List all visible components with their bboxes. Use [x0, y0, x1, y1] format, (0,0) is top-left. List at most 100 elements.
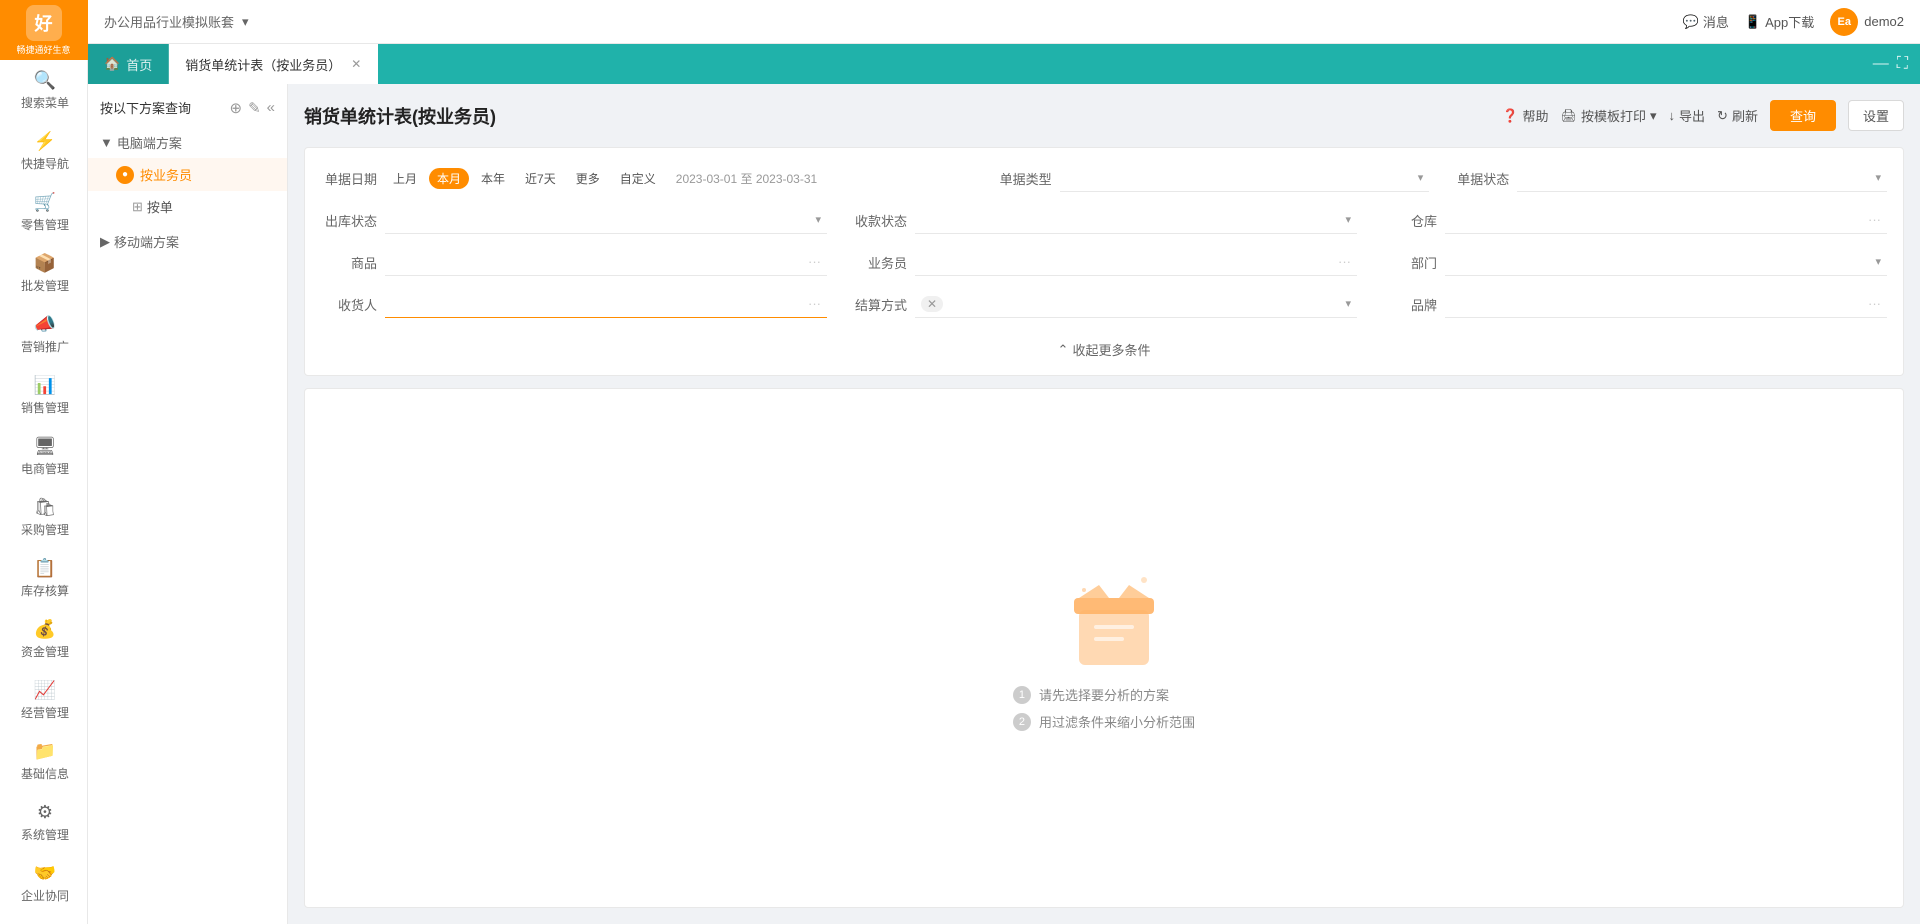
- sidebar-item-finance[interactable]: 💰资金管理: [0, 609, 87, 670]
- tab-home[interactable]: 🏠 首页: [88, 44, 169, 84]
- query-btn[interactable]: 查询: [1770, 100, 1836, 131]
- sidebar-item-purchase[interactable]: 🛍采购管理: [0, 487, 87, 548]
- sidebar-item-system[interactable]: ⚙系统管理: [0, 792, 87, 853]
- pay-status-label: 收款状态: [851, 211, 907, 230]
- app-download-btn[interactable]: 📱 App下载: [1745, 12, 1814, 31]
- settlement-control[interactable]: ✕ ▾: [915, 290, 1357, 318]
- filter-panel: 单据日期 上月 本月 本年 近7天 更多 自定义 2023-03-01 至 20…: [304, 147, 1904, 376]
- sidebar-item-basic[interactable]: 📁基础信息: [0, 731, 87, 792]
- sidebar-label-sales: 销售管理: [21, 399, 69, 416]
- refresh-btn[interactable]: ↻ 刷新: [1717, 106, 1758, 125]
- dept-control[interactable]: ▾: [1445, 248, 1887, 276]
- goods-label: 商品: [321, 253, 377, 272]
- left-panel-title: 按以下方案查询: [100, 98, 191, 117]
- panel-group-mobile: ▶ 移动端方案: [88, 226, 287, 257]
- panel-group-desktop-header[interactable]: ▼ 电脑端方案: [88, 127, 287, 158]
- tab-sales-stat[interactable]: 销货单统计表（按业务员） ✕: [169, 44, 378, 84]
- corp-icon: 🤝: [34, 863, 56, 884]
- pay-status-control[interactable]: ▾: [915, 206, 1357, 234]
- breadcrumb-dropdown-arrow[interactable]: ▾: [242, 14, 249, 30]
- date-tab-more[interactable]: 更多: [568, 168, 608, 189]
- goods-dots: ···: [808, 254, 821, 269]
- sidebar-label-inventory: 库存核算: [21, 582, 69, 599]
- out-status-control[interactable]: ▾: [385, 206, 827, 234]
- filter-consignee: 收货人 ···: [321, 290, 827, 318]
- sidebar-item-retail[interactable]: 🛒零售管理: [0, 182, 87, 243]
- settings-btn[interactable]: 设置: [1848, 100, 1904, 131]
- panel-sub-item-by-order[interactable]: ⊞ 按单: [88, 191, 287, 222]
- date-tab-last-month[interactable]: 上月: [385, 168, 425, 189]
- panel-group-mobile-header[interactable]: ▶ 移动端方案: [88, 226, 287, 257]
- refresh-label: 刷新: [1732, 106, 1758, 125]
- panel-collapse-btn[interactable]: «: [267, 99, 275, 116]
- warehouse-control[interactable]: ···: [1445, 206, 1887, 234]
- panel-group-desktop: ▼ 电脑端方案 ● 按业务员 ⊞ 按单: [88, 127, 287, 222]
- sidebar-item-sales[interactable]: 📊销售管理: [0, 365, 87, 426]
- sidebar-item-marketing[interactable]: 📣营销推广: [0, 304, 87, 365]
- wholesale-icon: 📦: [34, 253, 56, 274]
- user-profile[interactable]: Ea demo2: [1830, 8, 1904, 36]
- export-btn[interactable]: ↓ 导出: [1669, 106, 1706, 125]
- salesperson-label: 业务员: [851, 253, 907, 272]
- sidebar-item-ops[interactable]: 📈经营管理: [0, 670, 87, 731]
- print-btn[interactable]: 🖨 按模板打印 ▾: [1560, 106, 1656, 125]
- goods-control[interactable]: ···: [385, 248, 827, 276]
- content-area: 按以下方案查询 ⊕ ✎ « ▼ 电脑端方案 ● 按业务员 ⊞ 按: [88, 84, 1920, 924]
- date-tab-this-month[interactable]: 本月: [429, 168, 469, 189]
- sidebar-item-quick-nav[interactable]: ⚡快捷导航: [0, 121, 87, 182]
- search-icon: 🔍: [34, 70, 56, 91]
- topbar-left: 办公用品行业模拟账套 ▾: [104, 12, 249, 31]
- sidebar-nav: 🔍搜索菜单⚡快捷导航🛒零售管理📦批发管理📣营销推广📊销售管理🖥电商管理🛍采购管理…: [0, 60, 87, 924]
- salesperson-control[interactable]: ···: [915, 248, 1357, 276]
- sidebar-item-wholesale[interactable]: 📦批发管理: [0, 243, 87, 304]
- doc-type-control[interactable]: ▾: [1060, 164, 1430, 192]
- panel-item-by-salesperson[interactable]: ● 按业务员: [88, 158, 287, 191]
- doc-type-arrow: ▾: [1418, 171, 1424, 184]
- date-tab-last-7[interactable]: 近7天: [517, 168, 564, 189]
- sidebar-item-corp[interactable]: 🤝 企业协同: [0, 853, 87, 914]
- sidebar-item-ecommerce[interactable]: 🖥电商管理: [0, 426, 87, 487]
- empty-icon: [1054, 565, 1154, 665]
- sidebar-item-inventory[interactable]: 📋库存核算: [0, 548, 87, 609]
- date-tab-this-year[interactable]: 本年: [473, 168, 513, 189]
- print-label: 按模板打印: [1581, 106, 1646, 125]
- tab-close-btn[interactable]: ✕: [351, 57, 361, 71]
- tab-sales-stat-label: 销货单统计表（按业务员）: [185, 55, 341, 74]
- collapse-btn[interactable]: ⌃ 收起更多条件: [1058, 340, 1151, 359]
- date-tab-custom[interactable]: 自定义: [612, 168, 664, 189]
- tab-maximize-btn[interactable]: ⛶: [1897, 55, 1908, 73]
- doc-type-label: 单据类型: [996, 169, 1052, 188]
- main-area: 办公用品行业模拟账套 ▾ 💬 消息 📱 App下载 Ea demo2 🏠 首页: [88, 0, 1920, 924]
- logo-icon: 好: [26, 5, 62, 41]
- ecommerce-icon: 🖥: [34, 436, 57, 457]
- help-btn[interactable]: ❓ 帮助: [1502, 106, 1548, 125]
- settlement-tag-clear[interactable]: ✕: [927, 297, 937, 311]
- message-btn[interactable]: 💬 消息: [1683, 12, 1729, 31]
- doc-status-control[interactable]: ▾: [1517, 164, 1887, 192]
- collapse-icon: ⌃: [1058, 342, 1069, 358]
- sidebar-label-basic: 基础信息: [21, 765, 69, 782]
- print-dropdown-arrow[interactable]: ▾: [1650, 108, 1657, 124]
- retail-icon: 🛒: [34, 192, 56, 213]
- filter-row-1: 单据日期 上月 本月 本年 近7天 更多 自定义 2023-03-01 至 20…: [321, 164, 1887, 192]
- sidebar-item-search[interactable]: 🔍搜索菜单: [0, 60, 87, 121]
- panel-edit-btn[interactable]: ✎: [248, 99, 261, 117]
- date-tabs: 上月 本月 本年 近7天 更多 自定义: [385, 168, 664, 189]
- sidebar-label-corp: 企业协同: [21, 887, 69, 904]
- consignee-control[interactable]: ···: [385, 290, 827, 318]
- collapse-label: 收起更多条件: [1072, 340, 1150, 359]
- brand-control[interactable]: ···: [1445, 290, 1887, 318]
- panel-sub-order-label: 按单: [147, 197, 173, 216]
- left-panel: 按以下方案查询 ⊕ ✎ « ▼ 电脑端方案 ● 按业务员 ⊞ 按: [88, 84, 288, 924]
- tab-minimize-btn[interactable]: —: [1873, 55, 1889, 73]
- sidebar-item-newbie[interactable]: 🎓新手引导: [0, 914, 87, 924]
- export-label: 导出: [1679, 106, 1705, 125]
- brand-label: 品牌: [1381, 295, 1437, 314]
- message-label: 消息: [1703, 12, 1729, 31]
- filter-brand: 品牌 ···: [1381, 290, 1887, 318]
- empty-illustration: [1054, 565, 1174, 675]
- user-name: demo2: [1864, 14, 1904, 29]
- panel-add-btn[interactable]: ⊕: [230, 99, 243, 117]
- tabbar-actions: — ⛶: [1873, 55, 1920, 73]
- salesperson-dots: ···: [1338, 254, 1351, 269]
